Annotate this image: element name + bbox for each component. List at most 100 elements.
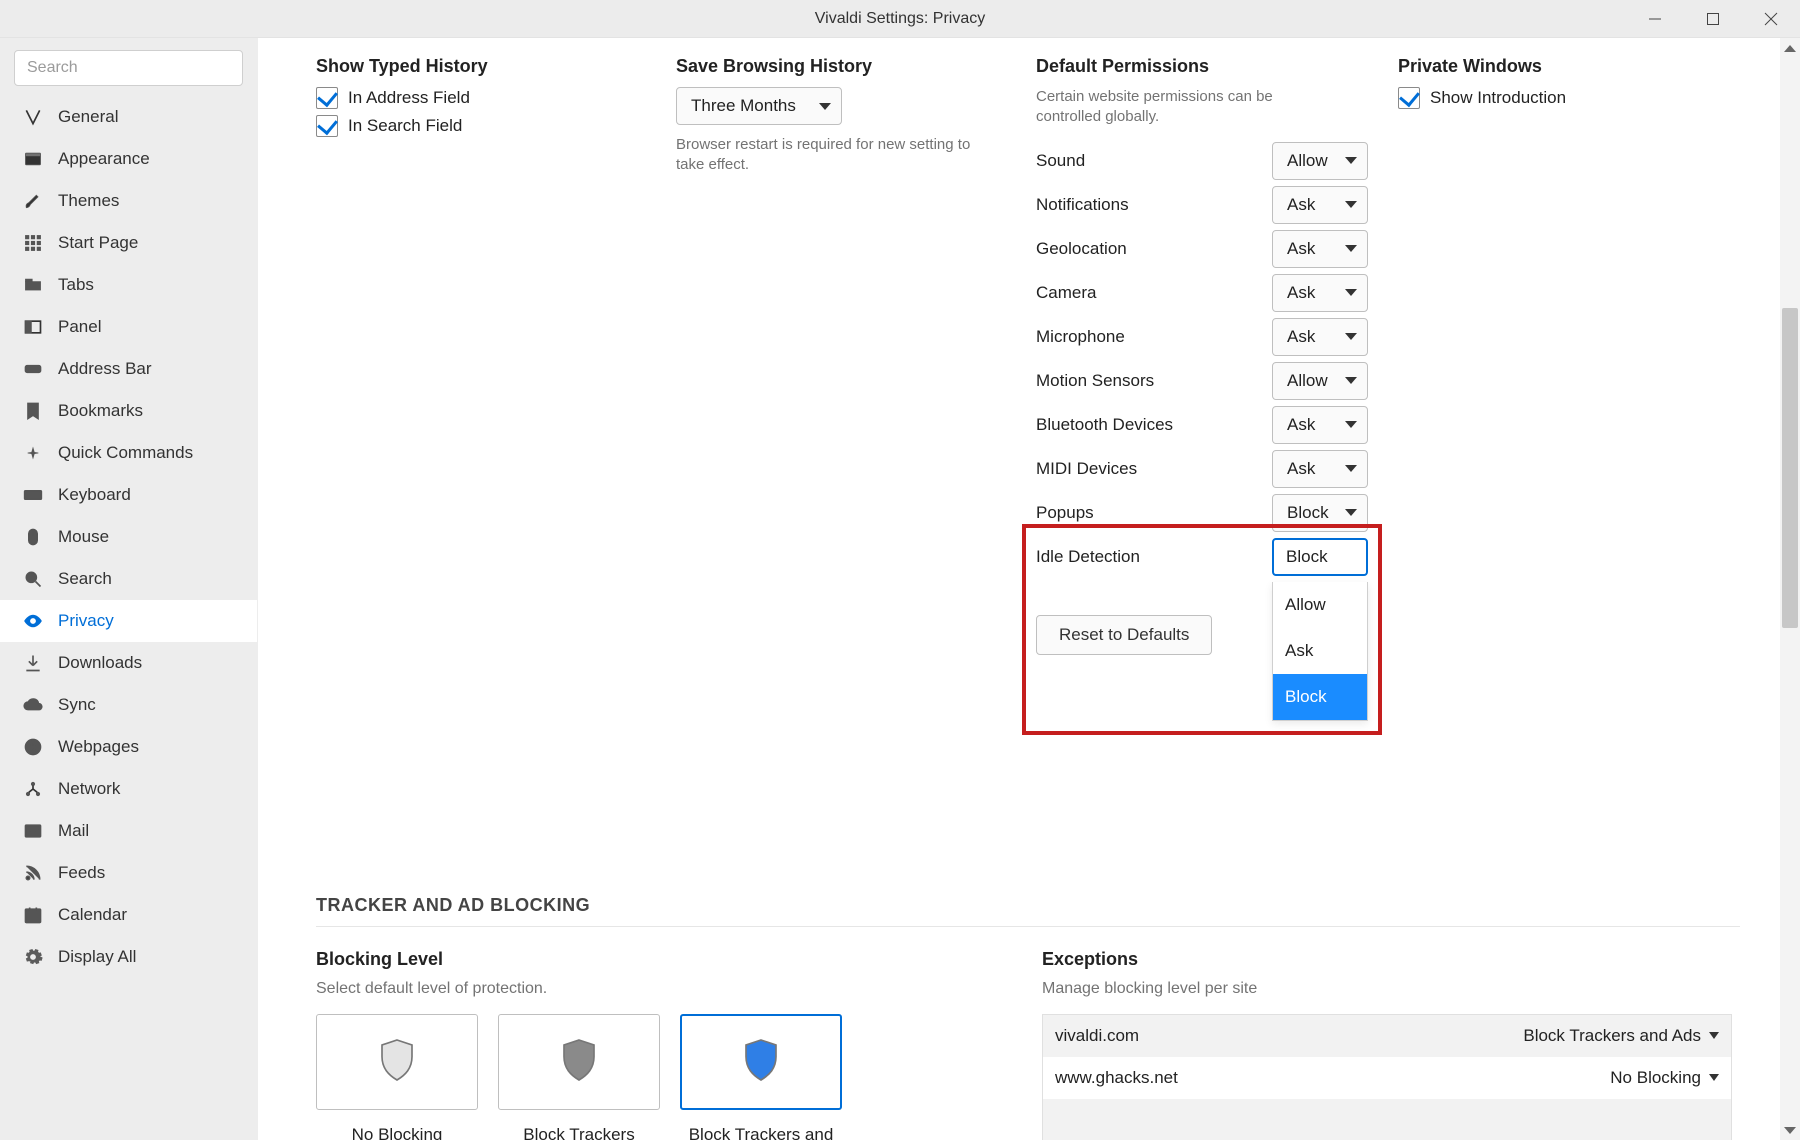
exception-row[interactable]: www.ghacks.net No Blocking <box>1043 1057 1731 1099</box>
perm-label: Notifications <box>1036 195 1129 215</box>
perm-label: Geolocation <box>1036 239 1127 259</box>
private-windows-title: Private Windows <box>1398 56 1740 77</box>
sidebar-item-webpages[interactable]: Webpages <box>0 726 257 768</box>
chk-label: In Search Field <box>348 116 462 136</box>
blocking-level-sub: Select default level of protection. <box>316 980 1042 998</box>
search-input[interactable] <box>14 50 243 86</box>
minimize-button[interactable] <box>1626 0 1684 37</box>
grid-icon <box>22 232 44 254</box>
idle-detection-select[interactable]: Block <box>1272 538 1368 576</box>
history-duration-select[interactable]: Three Months <box>676 87 842 125</box>
perm-row-midi-devices: MIDI DevicesAsk <box>1036 450 1368 488</box>
perm-select[interactable]: Ask <box>1272 230 1368 268</box>
sidebar-item-display-all[interactable]: Display All <box>0 936 257 978</box>
scroll-down-icon[interactable] <box>1780 1120 1800 1140</box>
sidebar-item-label: Calendar <box>58 905 127 925</box>
browsing-history-title: Save Browsing History <box>676 56 1036 77</box>
blocking-level-track[interactable]: Block Trackers <box>498 1014 660 1140</box>
chk-label: Show Introduction <box>1430 88 1566 108</box>
level-card <box>316 1014 478 1110</box>
eye-icon <box>22 610 44 632</box>
chevron-down-icon <box>1345 201 1357 208</box>
sidebar-item-keyboard[interactable]: Keyboard <box>0 474 257 516</box>
blocking-level-none[interactable]: No Blocking <box>316 1014 478 1140</box>
sidebar-item-label: Webpages <box>58 737 139 757</box>
bookmark-icon <box>22 400 44 422</box>
feeds-icon <box>22 862 44 884</box>
sidebar-item-themes[interactable]: Themes <box>0 180 257 222</box>
exception-row[interactable]: vivaldi.com Block Trackers and Ads <box>1043 1015 1731 1057</box>
sidebar-item-start-page[interactable]: Start Page <box>0 222 257 264</box>
download-icon <box>22 652 44 674</box>
perm-select[interactable]: Block <box>1272 494 1368 532</box>
sidebar-item-quick-commands[interactable]: Quick Commands <box>0 432 257 474</box>
perm-row-bluetooth-devices: Bluetooth DevicesAsk <box>1036 406 1368 444</box>
exceptions-table: vivaldi.com Block Trackers and Ads www.gha… <box>1042 1014 1732 1140</box>
perm-row-camera: CameraAsk <box>1036 274 1368 312</box>
perm-row-idle-detection: Idle Detection Block <box>1036 538 1368 576</box>
exception-value-select[interactable]: No Blocking <box>1610 1068 1719 1088</box>
reset-defaults-button[interactable]: Reset to Defaults <box>1036 615 1212 655</box>
sidebar-item-general[interactable]: General <box>0 96 257 138</box>
sidebar-item-tabs[interactable]: Tabs <box>0 264 257 306</box>
sidebar-item-label: Display All <box>58 947 136 967</box>
perm-select[interactable]: Ask <box>1272 318 1368 356</box>
sidebar-item-network[interactable]: Network <box>0 768 257 810</box>
chevron-down-icon <box>1345 465 1357 472</box>
sidebar-item-search[interactable]: Search <box>0 558 257 600</box>
scroll-thumb[interactable] <box>1782 308 1798 628</box>
search-icon <box>22 568 44 590</box>
select-value: Ask <box>1287 415 1315 435</box>
option-block[interactable]: Block <box>1273 674 1367 720</box>
sidebar-item-privacy[interactable]: Privacy <box>0 600 257 642</box>
sidebar-item-label: Mail <box>58 821 89 841</box>
perm-select[interactable]: Ask <box>1272 186 1368 224</box>
sidebar-item-mouse[interactable]: Mouse <box>0 516 257 558</box>
sidebar-item-appearance[interactable]: Appearance <box>0 138 257 180</box>
exception-site: www.ghacks.net <box>1055 1068 1178 1088</box>
exception-site: vivaldi.com <box>1055 1026 1139 1046</box>
sidebar-item-panel[interactable]: Panel <box>0 306 257 348</box>
perm-select[interactable]: Allow <box>1272 362 1368 400</box>
sidebar-item-bookmarks[interactable]: Bookmarks <box>0 390 257 432</box>
perm-row-geolocation: Geolocation Ask <box>1036 230 1368 268</box>
select-value: Three Months <box>691 96 796 116</box>
perm-select[interactable]: Ask <box>1272 274 1368 312</box>
exception-row-empty <box>1043 1099 1731 1140</box>
chk-label: In Address Field <box>348 88 470 108</box>
chevron-down-icon <box>1345 333 1357 340</box>
perm-row-notifications: Notifications Ask <box>1036 186 1368 224</box>
close-button[interactable] <box>1742 0 1800 37</box>
sidebar-item-address-bar[interactable]: Address Bar <box>0 348 257 390</box>
blocking-level-ads[interactable]: Block Trackers and Ads <box>680 1014 842 1140</box>
sidebar-item-feeds[interactable]: Feeds <box>0 852 257 894</box>
panel-icon <box>22 316 44 338</box>
chk-show-intro[interactable]: Show Introduction <box>1398 87 1740 109</box>
perm-select[interactable]: Ask <box>1272 450 1368 488</box>
chk-in-address[interactable]: In Address Field <box>316 87 676 109</box>
scroll-up-icon[interactable] <box>1780 38 1800 58</box>
level-card <box>680 1014 842 1110</box>
maximize-button[interactable] <box>1684 0 1742 37</box>
sidebar-item-downloads[interactable]: Downloads <box>0 642 257 684</box>
perm-select[interactable]: Ask <box>1272 406 1368 444</box>
vertical-scrollbar[interactable] <box>1780 38 1800 1140</box>
shield-icon <box>559 1036 599 1087</box>
select-value: Ask <box>1287 239 1315 259</box>
sidebar-item-mail[interactable]: Mail <box>0 810 257 852</box>
exception-value-select[interactable]: Block Trackers and Ads <box>1523 1026 1719 1046</box>
checkbox-icon <box>316 87 338 109</box>
chk-in-search[interactable]: In Search Field <box>316 115 676 137</box>
brush-icon <box>22 190 44 212</box>
chevron-down-icon <box>1345 245 1357 252</box>
level-caption: No Blocking <box>352 1124 443 1140</box>
chevron-down-icon <box>1709 1032 1719 1039</box>
sidebar-item-calendar[interactable]: Calendar <box>0 894 257 936</box>
titlebar: Vivaldi Settings: Privacy <box>0 0 1800 38</box>
v-logo-icon <box>22 106 44 128</box>
perm-label: Popups <box>1036 503 1094 523</box>
perm-select[interactable]: Allow <box>1272 142 1368 180</box>
sidebar-item-sync[interactable]: Sync <box>0 684 257 726</box>
calendar-icon <box>22 904 44 926</box>
sidebar-item-label: Sync <box>58 695 96 715</box>
